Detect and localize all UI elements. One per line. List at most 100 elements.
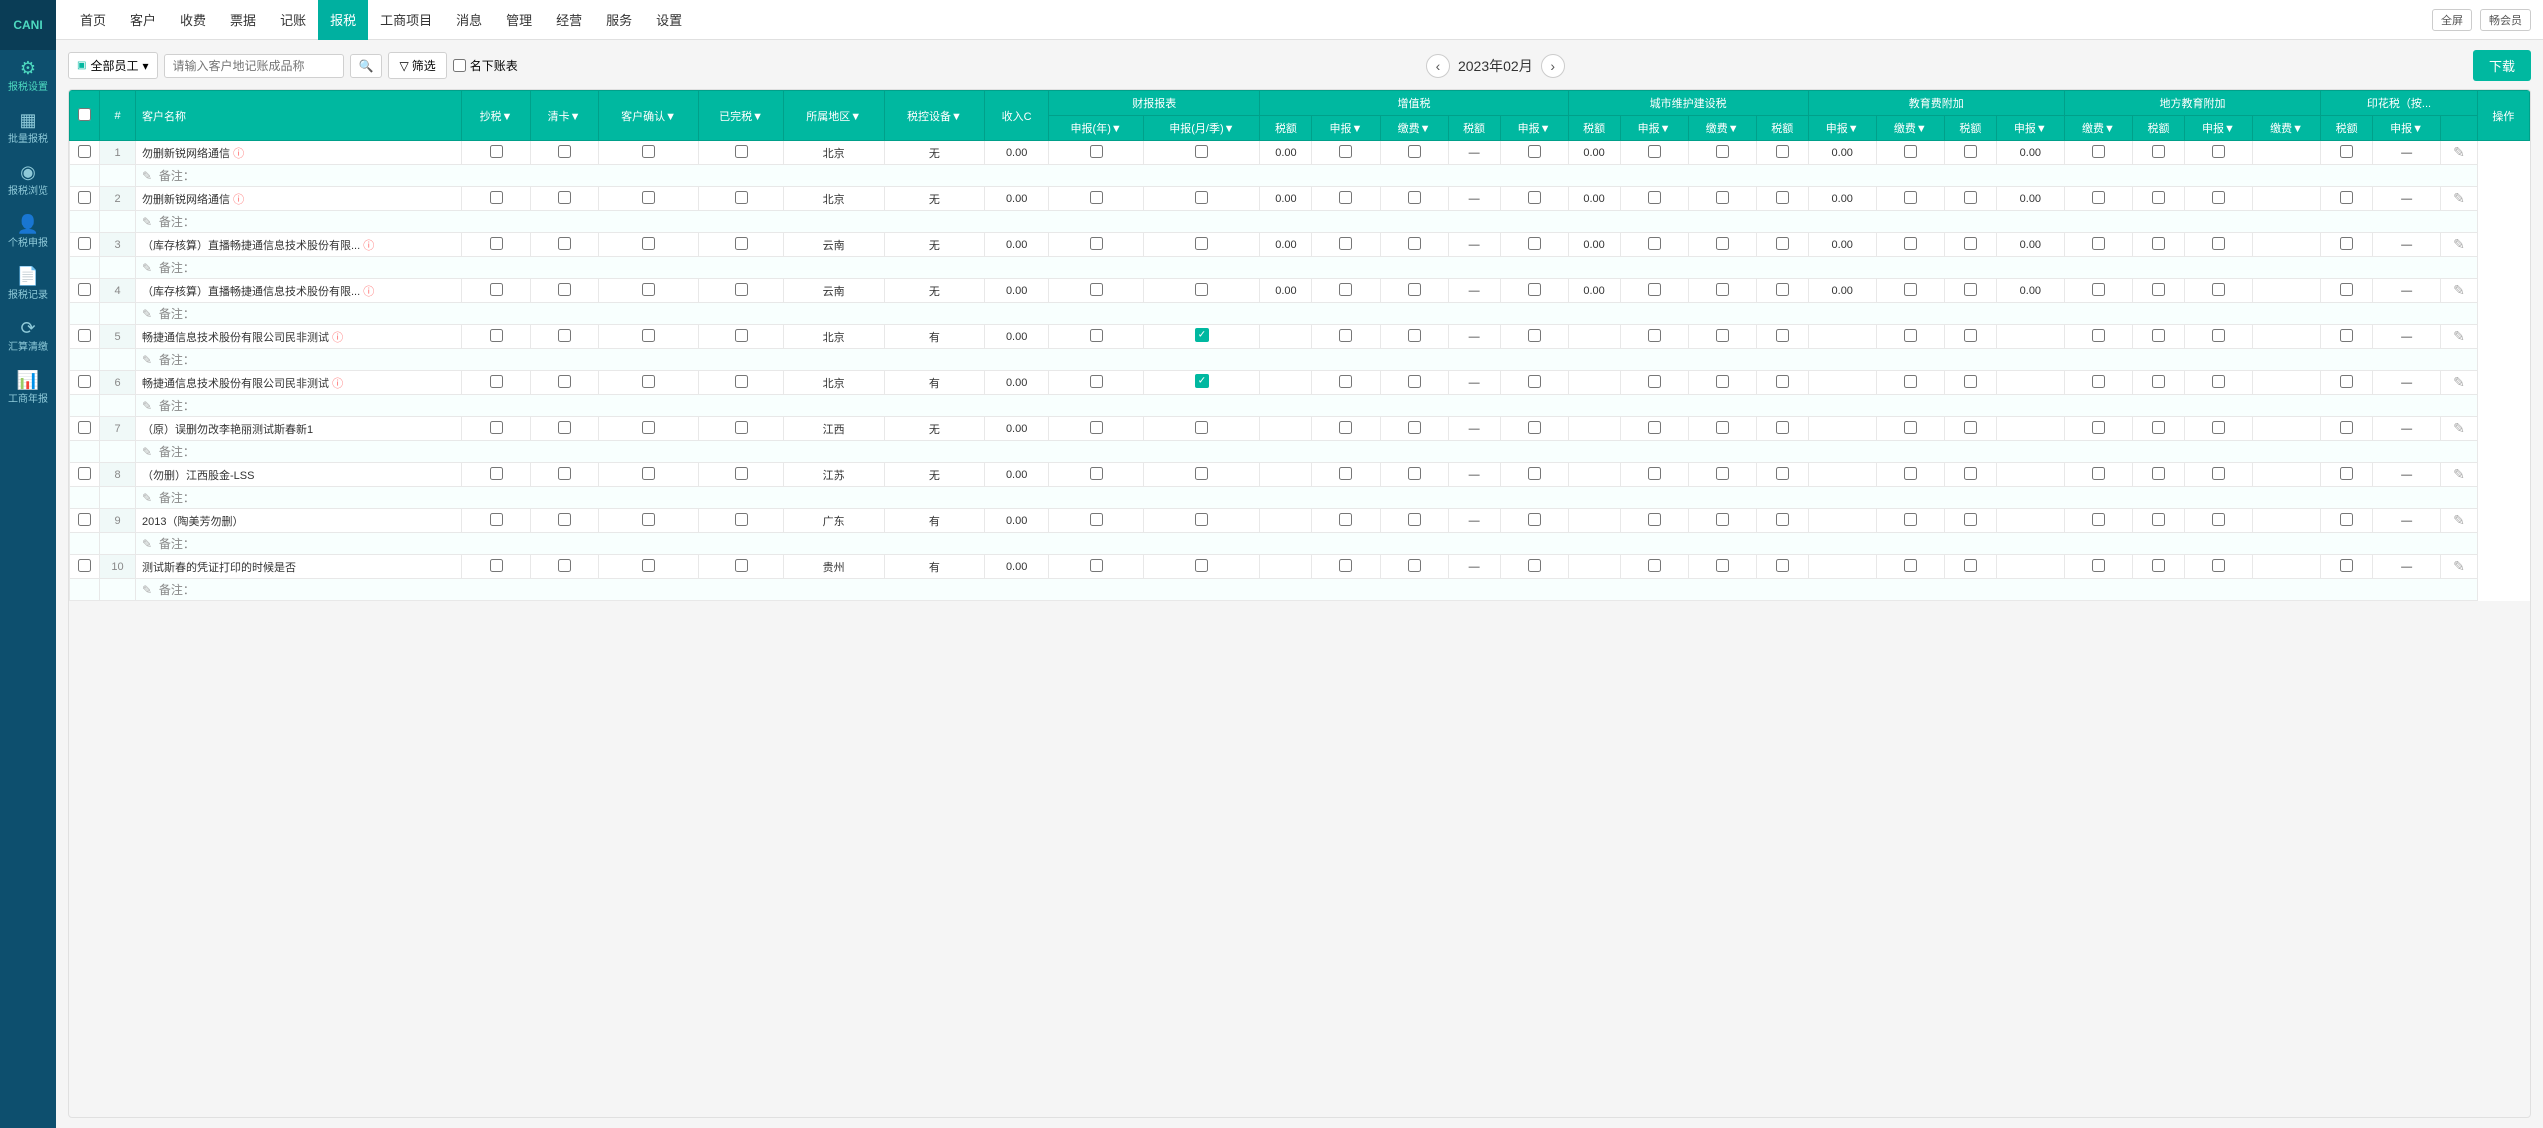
nav-records[interactable]: 记账 [268,0,318,40]
row-checkbox[interactable] [1964,559,1977,572]
qingka-cell[interactable] [530,371,598,395]
row-checkbox[interactable] [1716,513,1729,526]
city-declare-cell[interactable] [1620,233,1688,257]
city-fee-cell[interactable] [1688,509,1756,533]
vat-fee-cell[interactable] [1380,325,1448,349]
edu-declare-cell[interactable] [1808,371,1876,395]
vat-fee-cell[interactable] [1380,233,1448,257]
local-fee-cell[interactable] [2064,279,2132,303]
local-declare-cell[interactable] [2184,371,2252,395]
row-checkbox[interactable] [2092,421,2105,434]
row-checkbox[interactable] [1964,329,1977,342]
th-vat-declare2[interactable]: 申报▼ [1500,116,1568,141]
row-checkbox[interactable] [642,467,655,480]
select-all-checkbox[interactable] [78,108,91,121]
paid-cell[interactable] [699,463,783,487]
row-checkbox[interactable] [1716,421,1729,434]
action-cell[interactable]: ✎ [2441,279,2478,303]
row-checkbox[interactable] [1090,375,1103,388]
edu-declare-cell[interactable] [1808,509,1876,533]
row-checkbox[interactable] [2340,559,2353,572]
row-checkbox[interactable] [1776,375,1789,388]
row-checkbox[interactable] [1964,145,1977,158]
row-checkbox[interactable] [1339,467,1352,480]
paid-cell[interactable] [699,555,783,579]
fin-month-cell[interactable] [1144,463,1260,487]
row-checkbox[interactable] [1648,421,1661,434]
th-income[interactable]: 收入C [985,91,1049,141]
row-checkbox[interactable] [735,145,748,158]
chaosui-cell[interactable] [462,141,530,165]
edu-fee-cell[interactable] [1876,417,1944,441]
qingka-cell[interactable] [530,417,598,441]
th-edu-declare[interactable]: 申报▼ [1808,116,1876,141]
row-checkbox[interactable] [1528,283,1541,296]
confirmed-cell[interactable] [598,325,699,349]
action-cell[interactable]: ✎ [2441,187,2478,211]
stamp-amount-cell[interactable] [2321,417,2373,441]
fin-month-cell[interactable] [1144,555,1260,579]
action-cell[interactable]: ✎ [2441,325,2478,349]
vat-fee-cell[interactable] [1380,141,1448,165]
edu-declare-cell[interactable]: 0.00 [1808,279,1876,303]
row-checkbox[interactable] [1964,421,1977,434]
row-checkbox[interactable] [2092,467,2105,480]
note-cell[interactable]: ✎ 备注： [136,349,2478,371]
fin-year-cell[interactable] [1049,233,1144,257]
edit-icon[interactable]: ✎ [2453,190,2465,206]
row-checkbox[interactable] [78,513,91,526]
row-checkbox[interactable] [1904,513,1917,526]
row-checkbox[interactable] [735,421,748,434]
row-checkbox[interactable] [1195,559,1208,572]
row-checkbox[interactable] [1339,329,1352,342]
row-select-cell[interactable] [70,417,100,441]
row-checkbox[interactable] [1408,467,1421,480]
sidebar-item-reconcile[interactable]: ⟳ 汇算清缴 [0,310,56,362]
confirmed-cell[interactable] [598,509,699,533]
row-checkbox[interactable] [735,237,748,250]
row-checkbox[interactable] [2092,559,2105,572]
edit-icon[interactable]: ✎ [2453,512,2465,528]
row-checkbox[interactable] [642,559,655,572]
sidebar-item-tax-declare[interactable]: 👤 个税申报 [0,206,56,258]
local-declare-cell[interactable] [2184,233,2252,257]
row-checkbox[interactable] [735,513,748,526]
nav-message[interactable]: 消息 [444,0,494,40]
row-checkbox[interactable] [1090,329,1103,342]
action-cell[interactable]: ✎ [2441,463,2478,487]
chaosui-cell[interactable] [462,233,530,257]
row-checkbox[interactable] [1776,329,1789,342]
edu-declare2-cell[interactable] [1996,417,2064,441]
row-checkbox[interactable] [735,467,748,480]
row-checkbox[interactable] [735,329,748,342]
row-select-cell[interactable] [70,509,100,533]
row-checkbox[interactable] [1648,513,1661,526]
row-checkbox[interactable] [78,237,91,250]
qingka-cell[interactable] [530,187,598,211]
row-checkbox[interactable] [1964,283,1977,296]
search-button[interactable]: 🔍 [350,54,383,78]
chaosui-cell[interactable] [462,509,530,533]
edu-declare2-cell[interactable]: 0.00 [1996,187,2064,211]
row-checkbox[interactable] [642,421,655,434]
fin-month-cell[interactable] [1144,325,1260,349]
row-checkbox[interactable] [558,237,571,250]
row-checkbox[interactable] [735,191,748,204]
row-checkbox[interactable] [558,513,571,526]
edu-declare2-cell[interactable]: 0.00 [1996,233,2064,257]
row-checkbox[interactable] [2212,375,2225,388]
edu-declare-cell[interactable]: 0.00 [1808,233,1876,257]
edu-declare2-cell[interactable]: 0.00 [1996,279,2064,303]
row-checkbox[interactable] [1528,329,1541,342]
vat-declare2-cell[interactable] [1500,417,1568,441]
row-checkbox[interactable] [490,467,503,480]
local-declare-cell[interactable] [2184,463,2252,487]
row-checkbox[interactable] [1408,559,1421,572]
row-checkbox[interactable] [1528,559,1541,572]
sidebar-item-tax-records[interactable]: 📄 报税记录 [0,258,56,310]
row-checkbox[interactable] [1716,191,1729,204]
fin-year-cell[interactable] [1049,279,1144,303]
fin-year-cell[interactable] [1049,325,1144,349]
city-declare-cell[interactable] [1620,371,1688,395]
local-fee-cell[interactable] [2064,325,2132,349]
